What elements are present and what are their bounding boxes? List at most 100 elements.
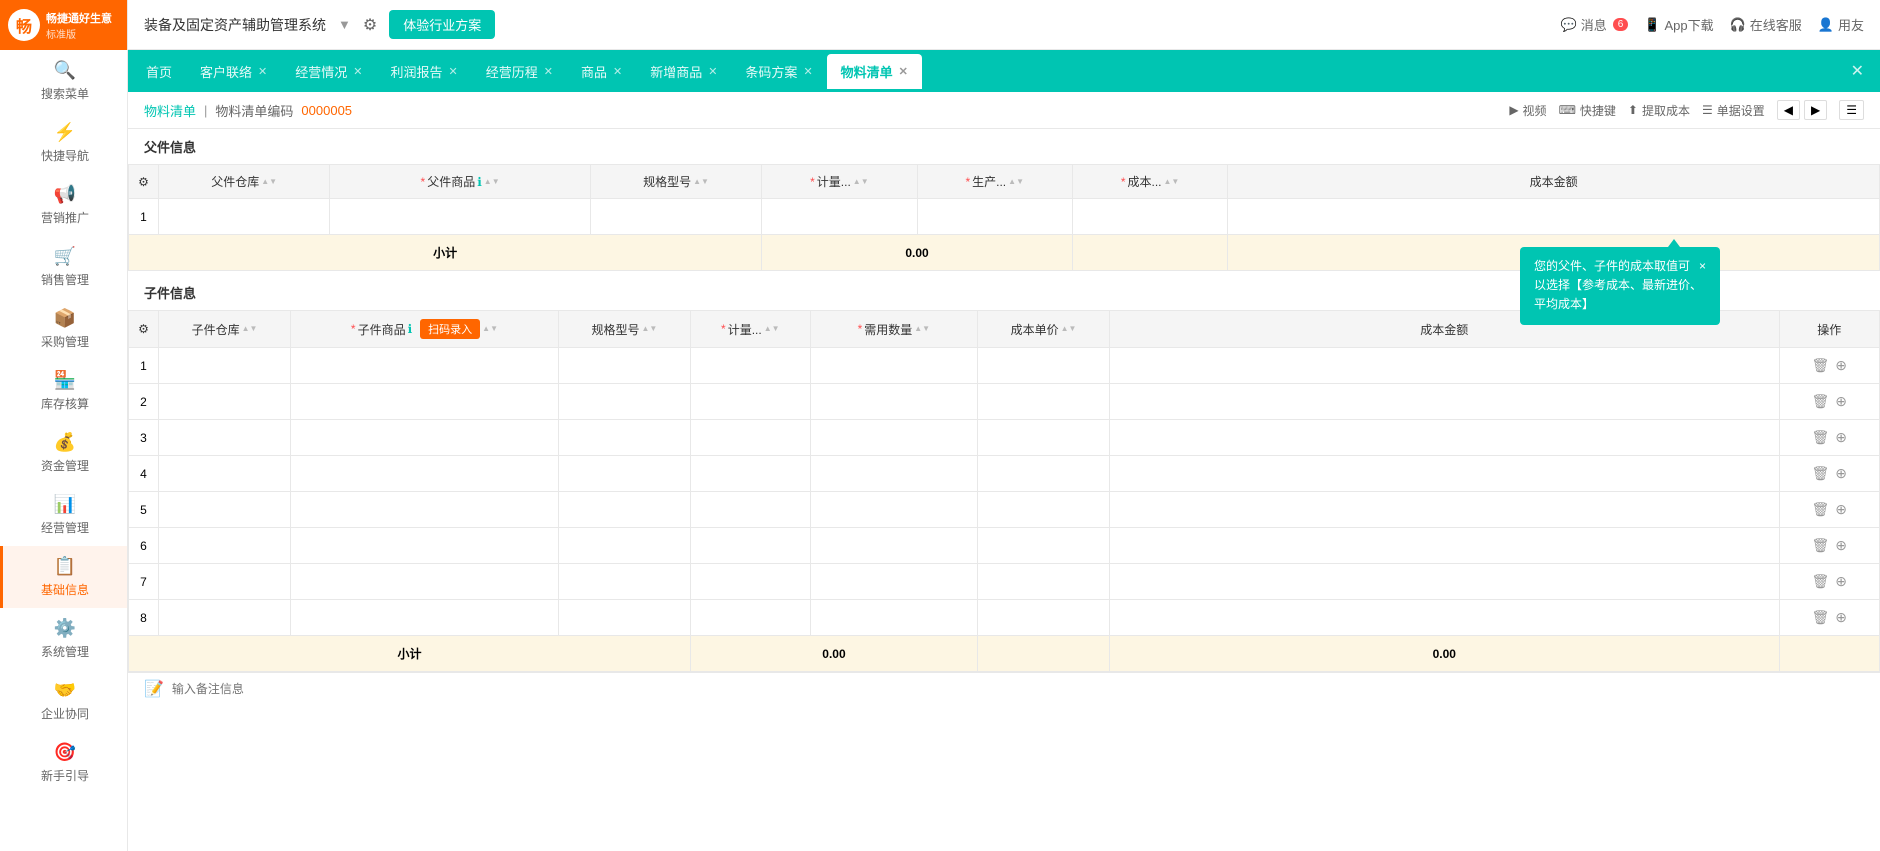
user-button[interactable]: 👤 用友 (1818, 15, 1864, 34)
child-unit-cell[interactable] (690, 600, 810, 636)
child-qty-cell[interactable] (810, 420, 977, 456)
child-warehouse-cell[interactable] (159, 492, 291, 528)
child-spec-cell[interactable] (558, 384, 690, 420)
child-unit-cost-cell[interactable] (978, 384, 1110, 420)
tab-operations[interactable]: 经营情况✕ (281, 54, 376, 89)
child-unit-cost-cell[interactable] (978, 492, 1110, 528)
tab-close-goods[interactable]: ✕ (613, 65, 622, 78)
child-unit-cost-cell[interactable] (978, 348, 1110, 384)
delete-icon[interactable]: 🗑 (1812, 537, 1830, 554)
child-product-cell[interactable] (290, 528, 558, 564)
copy-icon[interactable]: ⊕ (1835, 573, 1847, 590)
copy-icon[interactable]: ⊕ (1835, 537, 1847, 554)
child-qty-cell[interactable] (810, 348, 977, 384)
sidebar-item-purchase[interactable]: 📦采购管理 (0, 298, 127, 360)
single-setting-button[interactable]: ☰ 单据设置 (1702, 102, 1765, 119)
next-button[interactable]: ▶ (1804, 100, 1827, 120)
child-qty-cell[interactable] (810, 492, 977, 528)
child-product-cell[interactable] (290, 420, 558, 456)
child-qty-cell[interactable] (810, 564, 977, 600)
tab-close-customers[interactable]: ✕ (258, 65, 267, 78)
sort-icon4[interactable]: ▲▼ (853, 178, 869, 186)
child-sort5[interactable]: ▲▼ (914, 325, 930, 333)
tooltip-close-button[interactable]: × (1699, 257, 1706, 276)
tab-new-goods[interactable]: 新增商品✕ (636, 54, 731, 89)
child-product-cell[interactable] (290, 564, 558, 600)
extract-cost-button[interactable]: ⬆ 提取成本 (1628, 102, 1690, 119)
child-qty-cell[interactable] (810, 456, 977, 492)
child-spec-cell[interactable] (558, 600, 690, 636)
menu-button[interactable]: ☰ (1839, 100, 1864, 120)
app-download-button[interactable]: 📱 App下载 (1644, 15, 1713, 34)
child-warehouse-cell[interactable] (159, 420, 291, 456)
child-unit-cost-cell[interactable] (978, 528, 1110, 564)
tab-close-profit[interactable]: ✕ (449, 65, 458, 78)
child-unit-cell[interactable] (690, 384, 810, 420)
copy-icon[interactable]: ⊕ (1835, 357, 1847, 374)
sidebar-item-finance[interactable]: 💰资金管理 (0, 422, 127, 484)
child-unit-cost-cell[interactable] (978, 564, 1110, 600)
child-spec-cell[interactable] (558, 564, 690, 600)
parent-cost-cell[interactable] (1072, 199, 1227, 235)
copy-icon[interactable]: ⊕ (1835, 429, 1847, 446)
prev-button[interactable]: ◀ (1777, 100, 1800, 120)
sidebar-item-enterprise[interactable]: 🤝企业协同 (0, 670, 127, 732)
shortcut-button[interactable]: ⌨ 快捷键 (1559, 102, 1616, 119)
child-product-cell[interactable] (290, 456, 558, 492)
child-warehouse-cell[interactable] (159, 456, 291, 492)
tab-close-bom[interactable]: ✕ (899, 65, 908, 78)
child-sort1[interactable]: ▲▼ (242, 325, 258, 333)
sort-icon3[interactable]: ▲▼ (693, 178, 709, 186)
tab-barcode[interactable]: 条码方案✕ (731, 54, 826, 89)
child-qty-cell[interactable] (810, 384, 977, 420)
child-qty-cell[interactable] (810, 600, 977, 636)
tab-history[interactable]: 经营历程✕ (472, 54, 567, 89)
sidebar-item-search[interactable]: 🔍搜索菜单 (0, 50, 127, 112)
tab-close-new-goods[interactable]: ✕ (708, 65, 717, 78)
sort-icon[interactable]: ▲▼ (261, 178, 277, 186)
child-sort6[interactable]: ▲▼ (1061, 325, 1077, 333)
child-unit-cell[interactable] (690, 528, 810, 564)
child-unit-cell[interactable] (690, 492, 810, 528)
delete-icon[interactable]: 🗑 (1812, 573, 1830, 590)
delete-icon[interactable]: 🗑 (1812, 609, 1830, 626)
sidebar-item-inventory[interactable]: 🏪库存核算 (0, 360, 127, 422)
copy-icon[interactable]: ⊕ (1835, 501, 1847, 518)
tab-customers[interactable]: 客户联络✕ (186, 54, 281, 89)
sort-icon6[interactable]: ▲▼ (1164, 178, 1180, 186)
child-unit-cell[interactable] (690, 564, 810, 600)
parent-unit-cell[interactable] (762, 199, 917, 235)
child-warehouse-cell[interactable] (159, 384, 291, 420)
delete-icon[interactable]: 🗑 (1812, 393, 1830, 410)
tab-close-barcode[interactable]: ✕ (803, 65, 812, 78)
sidebar-item-basic-info[interactable]: 📋基础信息 (0, 546, 127, 608)
parent-warehouse-cell[interactable] (159, 199, 330, 235)
child-qty-cell[interactable] (810, 528, 977, 564)
tab-close-history[interactable]: ✕ (544, 65, 553, 78)
child-warehouse-cell[interactable] (159, 528, 291, 564)
child-warehouse-cell[interactable] (159, 564, 291, 600)
child-warehouse-cell[interactable] (159, 348, 291, 384)
trial-button[interactable]: 体验行业方案 (389, 10, 495, 39)
child-sort2[interactable]: ▲▼ (482, 325, 498, 333)
breadcrumb-item-1[interactable]: 物料清单 (144, 101, 196, 120)
message-button[interactable]: 💬 消息 6 (1561, 15, 1629, 34)
child-unit-cost-cell[interactable] (978, 600, 1110, 636)
scan-button[interactable]: 扫码录入 (420, 319, 480, 339)
parent-spec-cell[interactable] (590, 199, 761, 235)
tab-home[interactable]: 首页 (132, 54, 186, 89)
sidebar-item-system[interactable]: ⚙️系统管理 (0, 608, 127, 670)
gear-icon[interactable]: ⚙ (363, 15, 377, 35)
copy-icon[interactable]: ⊕ (1835, 609, 1847, 626)
close-all-icon[interactable]: ✕ (1843, 61, 1872, 81)
child-col-settings[interactable]: ⚙ (129, 311, 159, 348)
child-product-cell[interactable] (290, 384, 558, 420)
dropdown-arrow-icon[interactable]: ▼ (338, 17, 351, 32)
child-spec-cell[interactable] (558, 348, 690, 384)
child-sort3[interactable]: ▲▼ (642, 325, 658, 333)
delete-icon[interactable]: 🗑 (1812, 501, 1830, 518)
child-unit-cell[interactable] (690, 456, 810, 492)
sidebar-item-quick-nav[interactable]: ⚡快捷导航 (0, 112, 127, 174)
child-unit-cell[interactable] (690, 348, 810, 384)
child-unit-cost-cell[interactable] (978, 456, 1110, 492)
